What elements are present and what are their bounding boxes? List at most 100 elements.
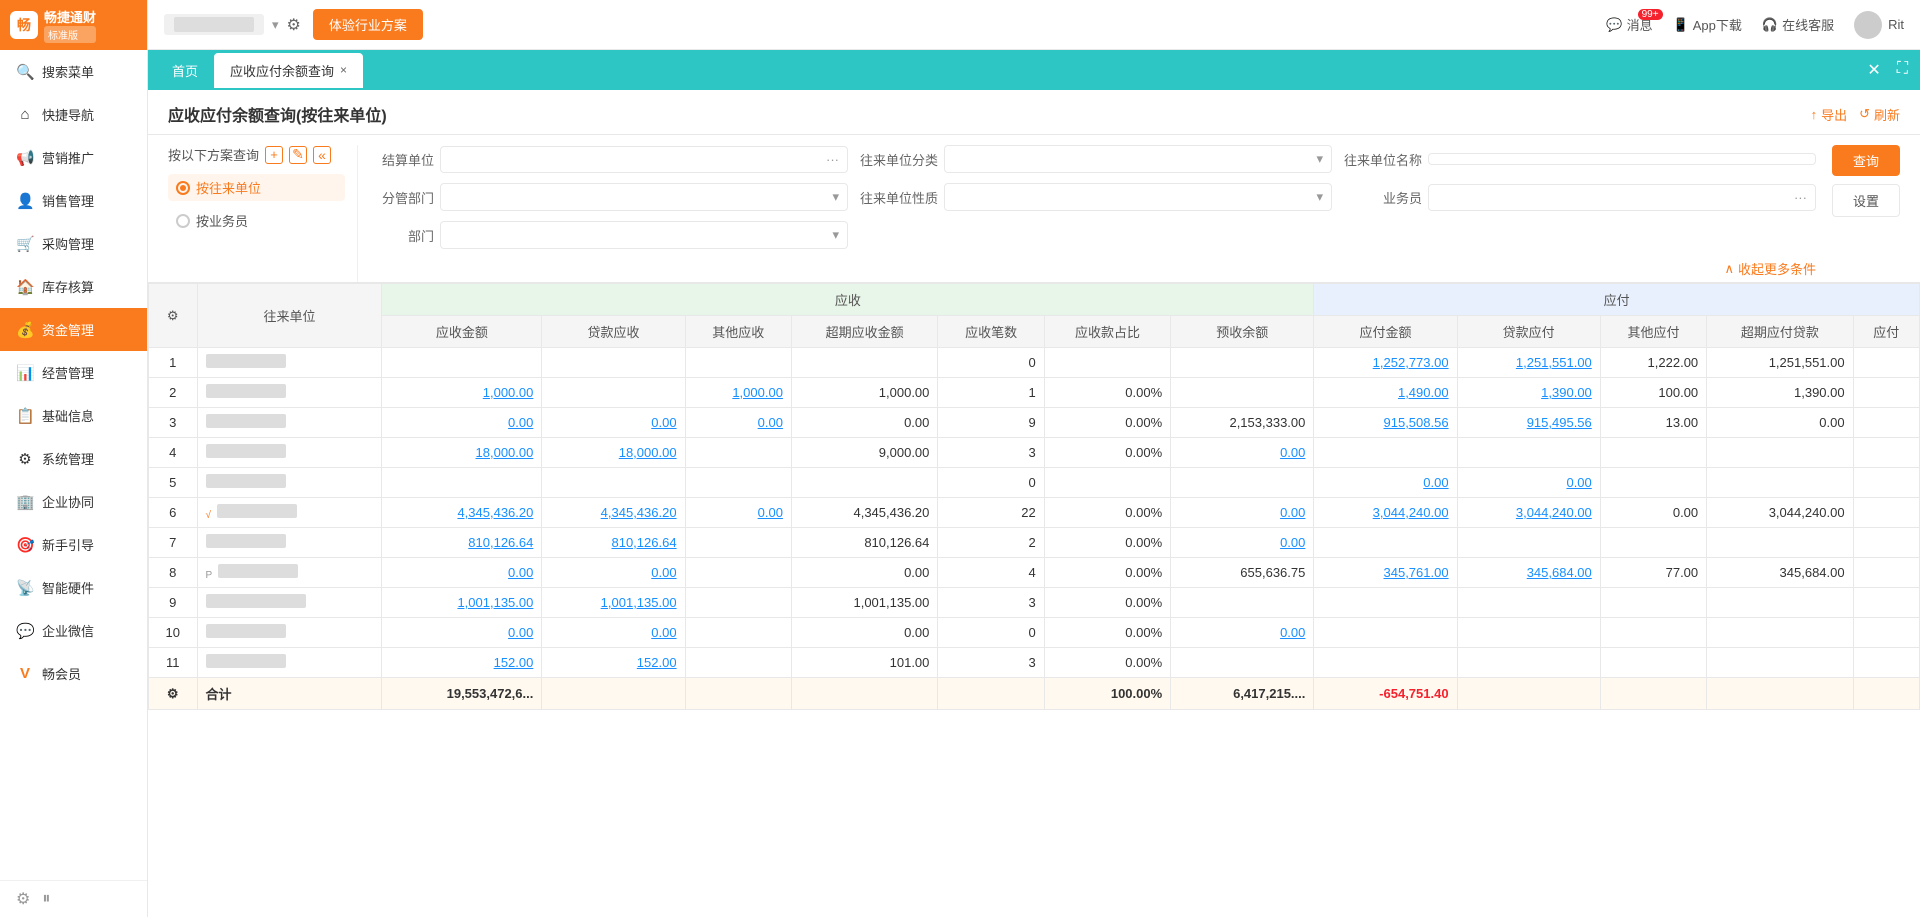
sidebar-item-corp[interactable]: 🏢 企业协同: [0, 480, 147, 523]
sidebar-item-search[interactable]: 🔍 搜索菜单: [0, 50, 147, 93]
overdue-ap: 0.00: [1707, 408, 1853, 438]
app-download-btn[interactable]: 📱 App下载: [1673, 15, 1742, 34]
sidebar-item-inventory[interactable]: 🏠 库存核算: [0, 265, 147, 308]
col-other-ap: 其他应付: [1600, 316, 1706, 348]
edit-scheme-icon[interactable]: ✎: [289, 146, 307, 164]
sidebar-item-member[interactable]: V 畅会员: [0, 652, 147, 695]
collapse-scheme-icon[interactable]: «: [313, 146, 331, 164]
overdue-ar: 0.00: [791, 558, 937, 588]
sidebar-item-operations[interactable]: 📊 经营管理: [0, 351, 147, 394]
col-overdue-ap: 超期应付贷款: [1707, 316, 1853, 348]
tab-close-icon[interactable]: ×: [340, 63, 347, 77]
total-ar-count: [938, 678, 1044, 710]
row-num: 3: [149, 408, 198, 438]
sidebar-item-guide[interactable]: 🎯 新手引导: [0, 523, 147, 566]
salesperson-input[interactable]: ···: [1428, 184, 1816, 211]
prepay: [1171, 378, 1314, 408]
unit-category-input[interactable]: ▾: [944, 145, 1332, 173]
ar-amount: [382, 348, 542, 378]
loan-ap: [1457, 618, 1600, 648]
page-header-actions: ↑ 导出 ↺ 刷新: [1811, 105, 1900, 124]
settlement-input[interactable]: ···: [440, 146, 848, 173]
unit-category-label: 往来单位分类: [858, 150, 938, 169]
ar-ratio: 0.00%: [1044, 618, 1170, 648]
other-ar: [685, 348, 791, 378]
prepay: 0.00: [1171, 618, 1314, 648]
query-btn[interactable]: 查询: [1832, 145, 1900, 176]
sidebar-item-base[interactable]: 📋 基础信息: [0, 394, 147, 437]
sidebar-item-wechat[interactable]: 💬 企业微信: [0, 609, 147, 652]
sidebar-item-purchase[interactable]: 🛒 采购管理: [0, 222, 147, 265]
sidebar-item-system[interactable]: ⚙ 系统管理: [0, 437, 147, 480]
other-ap: 77.00: [1600, 558, 1706, 588]
ar-amount: 0.00: [382, 618, 542, 648]
trial-btn[interactable]: 体验行业方案: [313, 9, 423, 40]
message-badge: 99+: [1638, 9, 1663, 20]
table-group-header-row: ⚙ 往来单位 应收 应付: [149, 284, 1920, 316]
export-btn[interactable]: ↑ 导出: [1811, 105, 1848, 124]
window-expand-icon[interactable]: ⛶: [1893, 56, 1912, 84]
unit-name: [197, 408, 382, 438]
prepay: [1171, 468, 1314, 498]
scheme-option-staff[interactable]: 按业务员: [168, 207, 345, 234]
sidebar-item-sales[interactable]: 👤 销售管理: [0, 179, 147, 222]
ap-group-header: 应付: [1314, 284, 1920, 316]
settings-btn[interactable]: 设置: [1832, 184, 1900, 217]
department-input[interactable]: ▾: [440, 221, 848, 249]
sidebar-settings-icon[interactable]: ⚙: [16, 889, 30, 909]
total-settings[interactable]: ⚙: [149, 678, 198, 710]
messages-btn[interactable]: 💬 消息 99+: [1606, 15, 1652, 34]
add-scheme-icon[interactable]: +: [265, 146, 283, 164]
collapse-btn[interactable]: ∧ 收起更多条件: [1724, 259, 1816, 278]
refresh-btn[interactable]: ↺ 刷新: [1859, 105, 1900, 124]
inventory-icon: 🏠: [16, 278, 34, 296]
sidebar-label-purchase: 采购管理: [42, 234, 94, 253]
other-ap: [1600, 588, 1706, 618]
sidebar-item-hardware[interactable]: 📡 智能硬件: [0, 566, 147, 609]
settings-col-header[interactable]: ⚙: [149, 284, 198, 348]
prepay: 655,636.75: [1171, 558, 1314, 588]
unit-nature-input[interactable]: ▾: [944, 183, 1332, 211]
window-close-icon[interactable]: ✕: [1863, 56, 1884, 84]
ap2: [1853, 648, 1919, 678]
ar-ratio: [1044, 468, 1170, 498]
dept-label: 分管部门: [374, 188, 434, 207]
guide-icon: 🎯: [16, 536, 34, 554]
ap2: [1853, 378, 1919, 408]
overdue-ap: [1707, 588, 1853, 618]
total-loan-ar: [542, 678, 685, 710]
row-num: 10: [149, 618, 198, 648]
sidebar-item-marketing[interactable]: 📢 营销推广: [0, 136, 147, 179]
ap-amount: [1314, 618, 1457, 648]
other-ar: [685, 468, 791, 498]
dept-input[interactable]: ▾: [440, 183, 848, 211]
sidebar-collapse-icon[interactable]: ⏸: [42, 890, 50, 908]
overdue-ap: 1,390.00: [1707, 378, 1853, 408]
ap-amount: 915,508.56: [1314, 408, 1457, 438]
col-ar-amount: 应收金额: [382, 316, 542, 348]
loan-ar: [542, 468, 685, 498]
tab-ar-query[interactable]: 应收应付余额查询 ×: [214, 53, 363, 88]
overdue-ar: 1,001,135.00: [791, 588, 937, 618]
service-icon: 🎧: [1762, 17, 1778, 33]
total-ar-ratio: 100.00%: [1044, 678, 1170, 710]
scheme-option-unit[interactable]: 按往来单位: [168, 174, 345, 201]
overdue-ar: 101.00: [791, 648, 937, 678]
hardware-icon: 📡: [16, 579, 34, 597]
unit-name-input[interactable]: [1428, 153, 1816, 165]
table-col-header-row: 应收金额 贷款应收 其他应收 超期应收金额 应收笔数 应收款占比 预收余额 应付…: [149, 316, 1920, 348]
online-service-btn[interactable]: 🎧 在线客服: [1762, 15, 1834, 34]
sidebar-item-shortcut[interactable]: ⌂ 快捷导航: [0, 93, 147, 136]
ap2: [1853, 528, 1919, 558]
other-ar: [685, 588, 791, 618]
col-ap-amount: 应付金额: [1314, 316, 1457, 348]
total-prepay: 6,417,215....: [1171, 678, 1314, 710]
ar-ratio: 0.00%: [1044, 498, 1170, 528]
message-icon: 💬: [1606, 17, 1622, 33]
sidebar-item-finance[interactable]: 💰 资金管理: [0, 308, 147, 351]
home-icon: ⌂: [16, 106, 34, 123]
overdue-ar: 9,000.00: [791, 438, 937, 468]
header-chevron[interactable]: ▾: [272, 17, 279, 33]
tab-home[interactable]: 首页: [156, 53, 214, 88]
gear-icon[interactable]: ⚙: [287, 15, 301, 35]
